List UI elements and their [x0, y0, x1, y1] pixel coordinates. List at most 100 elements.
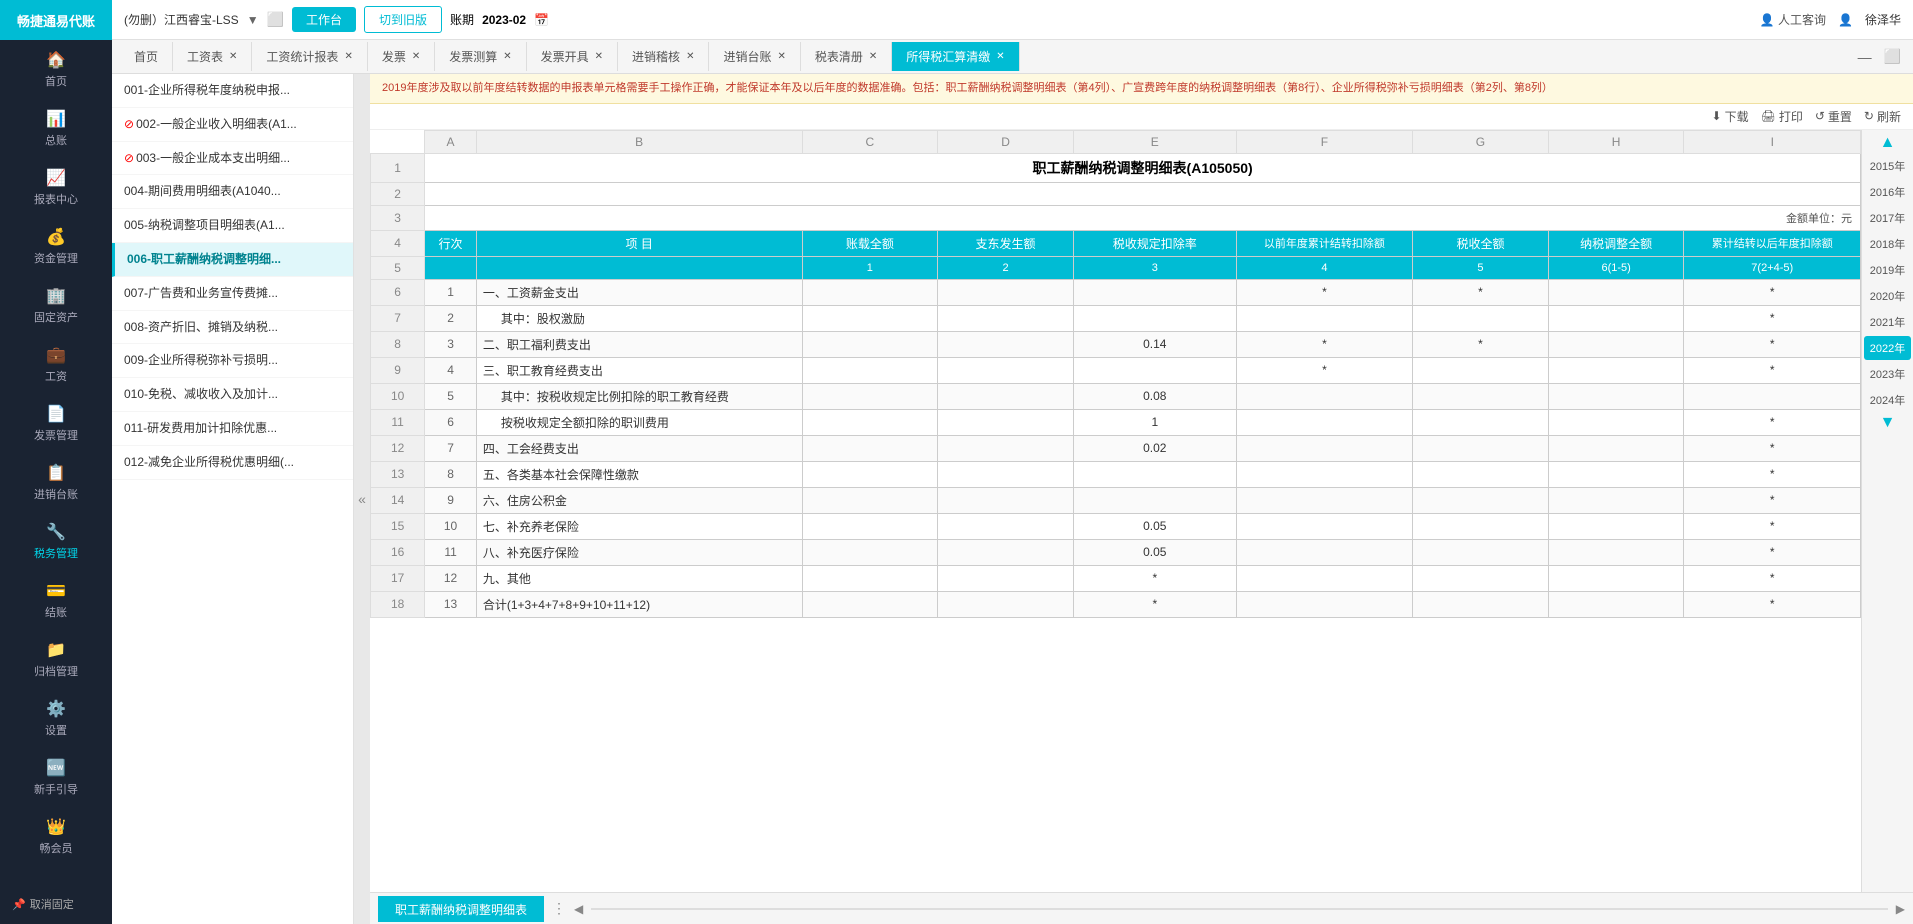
sidebar: 畅捷通易代账 🏠 首页 📊 总账 📈 报表中心 💰 资金管理 🏢 固定资产 💼 … — [0, 0, 112, 924]
col-header-c4: 以前年度累计结转扣除额 — [1236, 230, 1412, 256]
sidebar-item-label: 设置 — [45, 722, 67, 738]
tab-tax-list[interactable]: 税表清册 ✕ — [801, 42, 892, 71]
tab-purchase-check[interactable]: 进销稽核 ✕ — [618, 42, 709, 71]
year-scroll-panel: ▲ 2015年 2016年 2017年 2018年 2019年 2020年 20… — [1861, 130, 1913, 893]
item-name: 九、其他 — [476, 565, 802, 591]
collapse-panel-button[interactable]: « — [354, 74, 370, 924]
unpin-icon: 📌 — [12, 898, 26, 911]
scroll-bar[interactable] — [591, 908, 1888, 910]
topbar: (勿删）江西睿宝-LSS ▼ ⬜ 工作台 切到旧版 账期 2023-02 📅 👤… — [112, 0, 1913, 40]
more-options-icon[interactable]: ⋮ — [552, 900, 566, 917]
list-item-008[interactable]: 008-资产折旧、摊销及纳税... — [112, 311, 353, 345]
sub-header-3: 3 — [1073, 256, 1236, 279]
sidebar-item-invoice[interactable]: 📄 发票管理 — [0, 394, 112, 453]
username: 徐泽华 — [1865, 11, 1901, 28]
sidebar-item-archive[interactable]: 📁 归档管理 — [0, 630, 112, 689]
tab-invoice[interactable]: 发票 ✕ — [368, 42, 435, 71]
calendar-icon[interactable]: 📅 — [534, 13, 549, 27]
tabs-bar: 首页 工资表 ✕ 工资统计报表 ✕ 发票 ✕ 发票测算 ✕ 发票开具 ✕ 进销稽… — [112, 40, 1913, 74]
reset-button[interactable]: ↺ 重置 — [1815, 108, 1852, 125]
scroll-down-button[interactable]: ▼ — [1880, 414, 1896, 432]
bottom-tab-main[interactable]: 职工薪酬纳税调整明细表 — [378, 896, 544, 922]
list-item-012[interactable]: 012-减免企业所得税优惠明细(... — [112, 446, 353, 480]
unpin-button[interactable]: 📌 取消固定 — [8, 892, 104, 916]
list-item-006[interactable]: 006-职工薪酬纳税调整明细... — [112, 243, 353, 277]
sidebar-item-home[interactable]: 🏠 首页 — [0, 40, 112, 99]
list-item-004[interactable]: 004-期间费用明细表(A1040... — [112, 175, 353, 209]
year-2016[interactable]: 2016年 — [1868, 180, 1907, 204]
col-header-c1: 账载全额 — [802, 230, 938, 256]
list-item-001[interactable]: 001-企业所得税年度纳税申报... — [112, 74, 353, 108]
sub-header-7: 7(2+4-5) — [1684, 256, 1861, 279]
year-2018[interactable]: 2018年 — [1868, 232, 1907, 256]
sidebar-item-tax[interactable]: 🔧 税务管理 — [0, 512, 112, 571]
tab-purchase-ledger[interactable]: 进销台账 ✕ — [709, 42, 800, 71]
tab-invoice-calc[interactable]: 发票测算 ✕ — [435, 42, 526, 71]
table-row: 10 5 其中：按税收规定比例扣除的职工教育经费 0.08 — [371, 383, 1861, 409]
list-item-009[interactable]: 009-企业所得税弥补亏损明... — [112, 344, 353, 378]
table-row: 11 6 按税收规定全额扣除的职训费用 1 * — [371, 409, 1861, 435]
tab-payroll[interactable]: 工资表 ✕ — [173, 42, 252, 71]
sidebar-item-vip[interactable]: 👑 畅会员 — [0, 807, 112, 866]
year-2021[interactable]: 2021年 — [1868, 310, 1907, 334]
item-name: 六、住房公积金 — [476, 487, 802, 513]
sidebar-item-label: 归档管理 — [34, 663, 78, 679]
sidebar-item-funds[interactable]: 💰 资金管理 — [0, 217, 112, 276]
table-row: 18 13 合计(1+3+4+7+8+9+10+11+12) * * — [371, 591, 1861, 617]
tabs-maximize[interactable]: ⬜ — [1880, 46, 1905, 67]
refresh-button[interactable]: ↻ 刷新 — [1864, 108, 1901, 125]
row-num: 9 — [425, 487, 477, 513]
switch-old-button[interactable]: 切到旧版 — [364, 6, 442, 33]
copy-icon[interactable]: ⬜ — [267, 11, 284, 28]
archive-icon: 📁 — [46, 640, 66, 660]
print-button[interactable]: 🖨 打印 — [1761, 108, 1803, 125]
sidebar-item-reports[interactable]: 📈 报表中心 — [0, 158, 112, 217]
col-header-c6: 纳税调整全额 — [1548, 230, 1684, 256]
tabs-minimize[interactable]: — — [1854, 46, 1876, 67]
year-2024[interactable]: 2024年 — [1868, 388, 1907, 412]
spreadsheet-table[interactable]: A B C D E F G H I — [370, 130, 1861, 893]
list-item-011[interactable]: 011-研发费用加计扣除优惠... — [112, 412, 353, 446]
year-2020[interactable]: 2020年 — [1868, 284, 1907, 308]
tab-home[interactable]: 首页 — [120, 42, 173, 71]
workspace-button[interactable]: 工作台 — [292, 7, 356, 32]
service-button[interactable]: 👤 人工客询 — [1760, 11, 1826, 28]
dropdown-icon[interactable]: ▼ — [247, 13, 259, 27]
year-2022[interactable]: 2022年 — [1864, 336, 1911, 360]
sidebar-item-purchase-sales[interactable]: 📋 进销台账 — [0, 453, 112, 512]
tab-income-tax[interactable]: 所得税汇算清缴 ✕ — [892, 42, 1019, 71]
tab-payroll-stats[interactable]: 工资统计报表 ✕ — [252, 42, 367, 71]
sidebar-item-settings[interactable]: ⚙️ 设置 — [0, 689, 112, 748]
row-num: 10 — [425, 513, 477, 539]
sidebar-item-payroll[interactable]: 💼 工资 — [0, 335, 112, 394]
year-2023[interactable]: 2023年 — [1868, 362, 1907, 386]
sidebar-item-label: 新手引导 — [34, 781, 78, 797]
content-area: 001-企业所得税年度纳税申报... ⊘002-一般企业收入明细表(A1... … — [112, 74, 1913, 924]
scroll-up-button[interactable]: ▲ — [1880, 134, 1896, 152]
list-item-007[interactable]: 007-广告费和业务宣传费摊... — [112, 277, 353, 311]
col-header-c5: 税收全额 — [1413, 230, 1549, 256]
sidebar-item-assets[interactable]: 🏢 固定资产 — [0, 276, 112, 335]
download-button[interactable]: ⬇ 下载 — [1712, 108, 1749, 125]
list-item-002[interactable]: ⊘002-一般企业收入明细表(A1... — [112, 108, 353, 142]
list-item-005[interactable]: 005-纳税调整项目明细表(A1... — [112, 209, 353, 243]
list-item-010[interactable]: 010-免税、减收收入及加计... — [112, 378, 353, 412]
year-2017[interactable]: 2017年 — [1868, 206, 1907, 230]
sidebar-item-label: 税务管理 — [34, 545, 78, 561]
sidebar-item-ledger[interactable]: 📊 总账 — [0, 99, 112, 158]
tab-invoice-open[interactable]: 发票开具 ✕ — [527, 42, 618, 71]
sidebar-item-guide[interactable]: 🆕 新手引导 — [0, 748, 112, 807]
scroll-right-button[interactable]: ▶ — [1896, 902, 1905, 916]
year-2019[interactable]: 2019年 — [1868, 258, 1907, 282]
list-item-003[interactable]: ⊘003-一般企业成本支出明细... — [112, 142, 353, 176]
reset-icon: ↺ — [1815, 109, 1825, 123]
app-logo: 畅捷通易代账 — [0, 0, 112, 40]
year-2015[interactable]: 2015年 — [1868, 154, 1907, 178]
sidebar-item-label: 畅会员 — [40, 840, 73, 856]
scroll-left-button[interactable]: ◀ — [574, 902, 583, 916]
sidebar-item-closing[interactable]: 💳 结账 — [0, 571, 112, 630]
sheet-actions-bar: ⬇ 下载 🖨 打印 ↺ 重置 ↻ 刷新 — [370, 104, 1913, 130]
download-icon: ⬇ — [1712, 109, 1722, 123]
sub-header-4: 4 — [1236, 256, 1412, 279]
sidebar-item-label: 总账 — [45, 132, 67, 148]
